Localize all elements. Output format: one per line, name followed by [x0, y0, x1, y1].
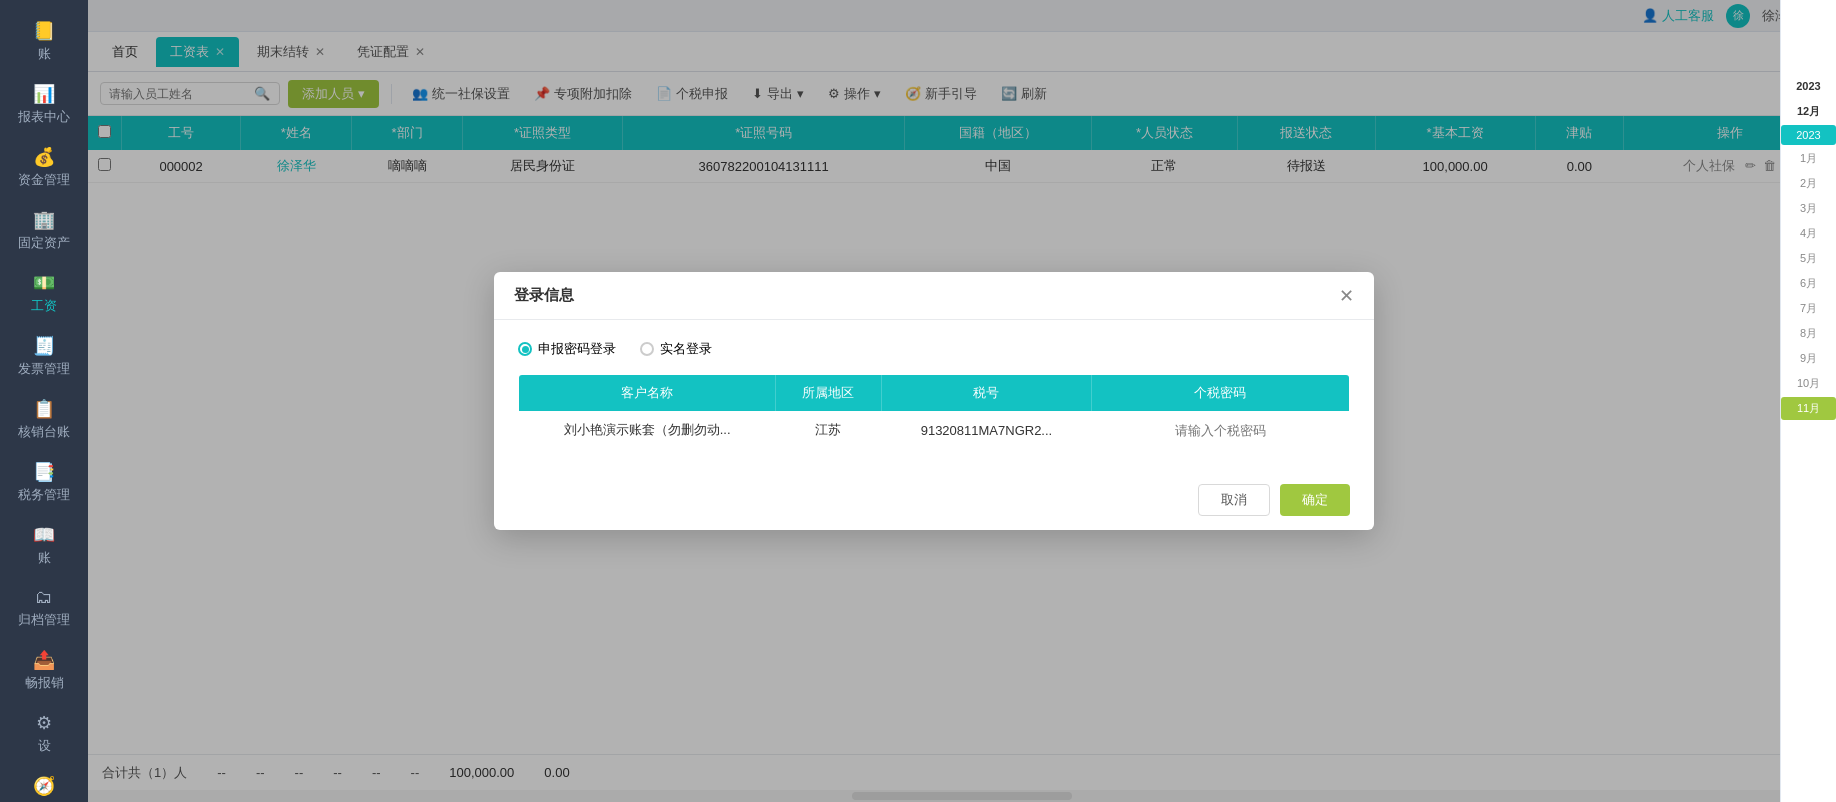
- sidebar-item-report-center[interactable]: 📊 报表中心: [0, 73, 88, 136]
- modal-overlay: 登录信息 ✕ 申报密码登录 实名登录 客户名称 所属地区: [88, 0, 1780, 802]
- report-center-icon: 📊: [0, 83, 88, 105]
- mth-name: 客户名称: [519, 375, 776, 412]
- sidebar-item-tax[interactable]: 📑 税务管理: [0, 451, 88, 514]
- cal-2023[interactable]: 2023: [1781, 125, 1836, 145]
- right-calendar: 2023 12月 2023 1月 2月 3月 4月 5月 6月 7月 8月 9月…: [1780, 0, 1836, 802]
- sidebar-item-capital-mgmt[interactable]: 💰 资金管理: [0, 136, 88, 199]
- cal-9[interactable]: 9月: [1781, 347, 1836, 370]
- cancel-button[interactable]: 取消: [1198, 484, 1270, 516]
- cal-6[interactable]: 6月: [1781, 272, 1836, 295]
- cal-2[interactable]: 2月: [1781, 172, 1836, 195]
- cal-7[interactable]: 7月: [1781, 297, 1836, 320]
- cal-3[interactable]: 3月: [1781, 197, 1836, 220]
- cal-8[interactable]: 8月: [1781, 322, 1836, 345]
- sidebar-item-payroll[interactable]: 💵 工资: [0, 262, 88, 325]
- sidebar-item-file-mgmt[interactable]: 🗂 归档管理: [0, 577, 88, 639]
- modal-table-header: 客户名称 所属地区 税号 个税密码: [519, 375, 1350, 412]
- radio-password-login[interactable]: 申报密码登录: [518, 340, 616, 358]
- mth-taxno: 税号: [882, 375, 1092, 412]
- login-type-radio-group: 申报密码登录 实名登录: [518, 340, 1350, 358]
- modal-table-row: 刘小艳演示账套（勿删勿动... 江苏 91320811MA7NGR2...: [519, 411, 1350, 450]
- mc-name: 刘小艳演示账套（勿删勿动...: [519, 411, 776, 450]
- accounting-icon: 📒: [0, 20, 88, 42]
- tax-icon: 📑: [0, 461, 88, 483]
- capital-icon: 💰: [0, 146, 88, 168]
- cal-11[interactable]: 11月: [1781, 397, 1836, 420]
- mc-region: 江苏: [775, 411, 881, 450]
- tax-password-input[interactable]: [1105, 423, 1335, 438]
- sidebar-item-smooth-tax[interactable]: 📤 畅报销: [0, 639, 88, 702]
- smooth-icon: 📤: [0, 649, 88, 671]
- radio-realname-login[interactable]: 实名登录: [640, 340, 712, 358]
- guide-icon: 🧭: [0, 775, 88, 797]
- cal-10[interactable]: 10月: [1781, 372, 1836, 395]
- payroll-icon: 💵: [0, 272, 88, 294]
- mc-taxno: 91320811MA7NGR2...: [882, 411, 1092, 450]
- file-icon: 🗂: [0, 587, 88, 608]
- reconcile-icon: 📋: [0, 398, 88, 420]
- cal-4[interactable]: 4月: [1781, 222, 1836, 245]
- modal-title: 登录信息: [514, 286, 574, 305]
- sidebar-item-ledger[interactable]: 📖 账: [0, 514, 88, 577]
- modal-header: 登录信息 ✕: [494, 272, 1374, 320]
- mth-region: 所属地区: [775, 375, 881, 412]
- confirm-button[interactable]: 确定: [1280, 484, 1350, 516]
- sidebar: 📒 账 📊 报表中心 💰 资金管理 🏢 固定资产 💵 工资 🧾 发票管理 📋 核…: [0, 0, 88, 802]
- modal-body: 申报密码登录 实名登录 客户名称 所属地区 税号 个税密码: [494, 320, 1374, 470]
- sidebar-item-reconcile[interactable]: 📋 核销台账: [0, 388, 88, 451]
- login-info-modal: 登录信息 ✕ 申报密码登录 实名登录 客户名称 所属地区: [494, 272, 1374, 530]
- sidebar-item-invoice[interactable]: 🧾 发票管理: [0, 325, 88, 388]
- invoice-icon: 🧾: [0, 335, 88, 357]
- modal-close-button[interactable]: ✕: [1339, 287, 1354, 305]
- ledger-icon: 📖: [0, 524, 88, 546]
- settings-icon: ⚙: [0, 712, 88, 734]
- cal-12[interactable]: 12月: [1781, 100, 1836, 123]
- cal-1[interactable]: 1月: [1781, 147, 1836, 170]
- radio-password-indicator: [518, 342, 532, 356]
- assets-icon: 🏢: [0, 209, 88, 231]
- sidebar-item-accounting[interactable]: 📒 账: [0, 10, 88, 73]
- modal-footer: 取消 确定: [494, 470, 1374, 530]
- sidebar-item-settings[interactable]: ⚙ 设: [0, 702, 88, 765]
- sidebar-item-fixed-assets[interactable]: 🏢 固定资产: [0, 199, 88, 262]
- calendar-year: 2023: [1796, 80, 1820, 92]
- modal-client-table: 客户名称 所属地区 税号 个税密码 刘小艳演示账套（勿删勿动... 江苏 913…: [518, 374, 1350, 450]
- mth-password: 个税密码: [1091, 375, 1349, 412]
- sidebar-item-guide[interactable]: 🧭 新手引导: [0, 765, 88, 802]
- mc-password-cell[interactable]: [1091, 411, 1349, 450]
- cal-5[interactable]: 5月: [1781, 247, 1836, 270]
- radio-realname-indicator: [640, 342, 654, 356]
